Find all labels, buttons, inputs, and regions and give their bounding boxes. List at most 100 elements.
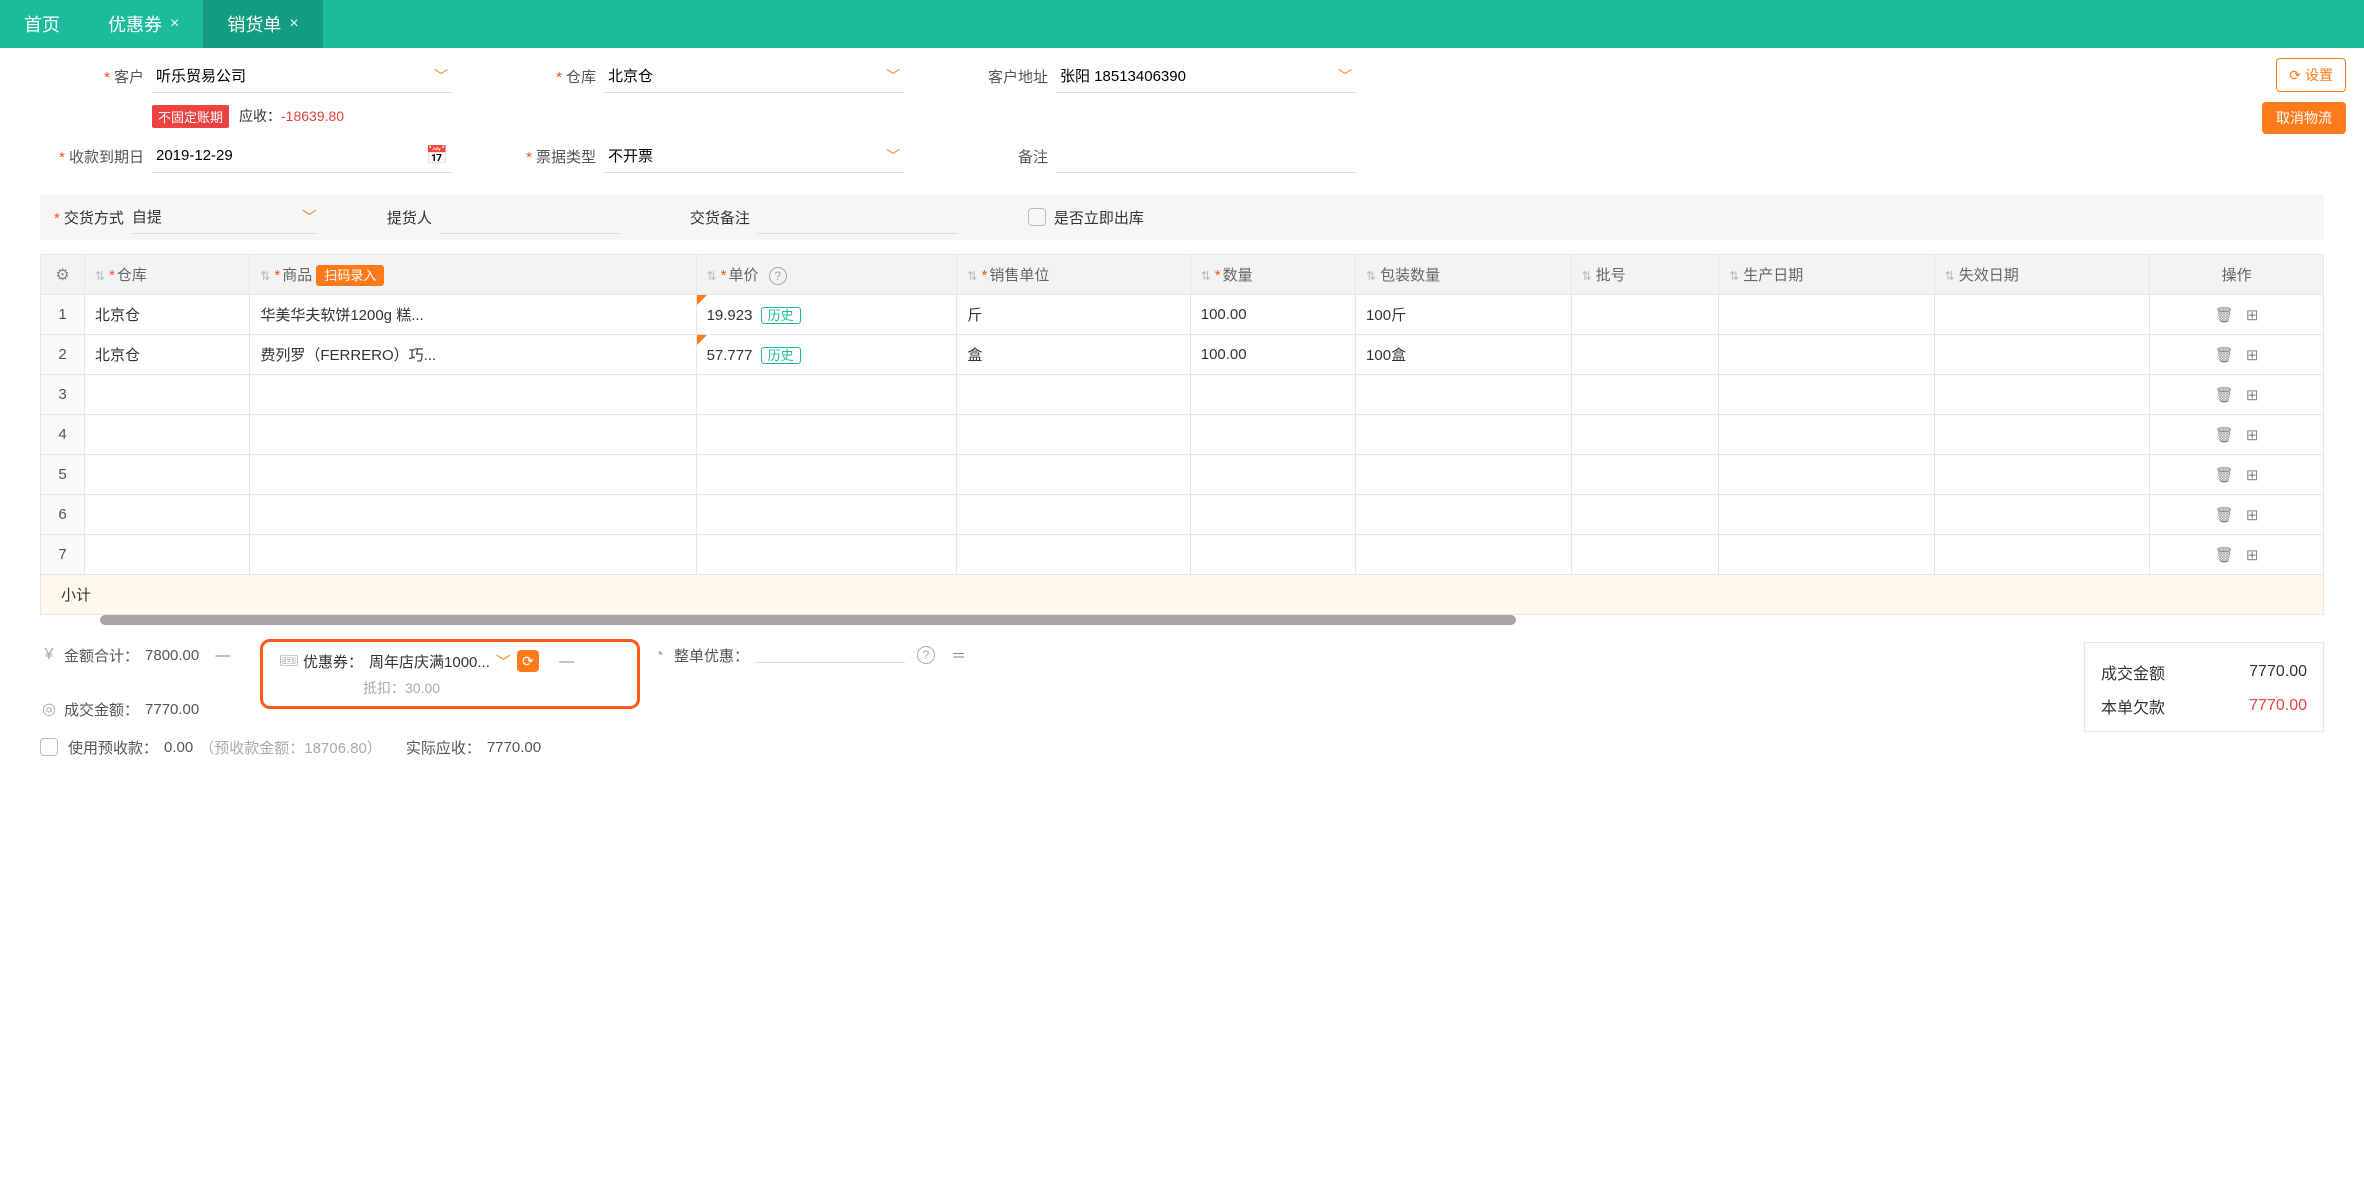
cell-prod-date[interactable] (1719, 375, 1935, 415)
setup-button[interactable]: ⟳ 设置 (2276, 58, 2346, 92)
cell-price[interactable] (696, 455, 957, 495)
cust-addr-select[interactable]: ﹀ (1056, 59, 1356, 93)
trash-icon[interactable]: 🗑 (2215, 387, 2234, 404)
cell-qty[interactable] (1190, 375, 1355, 415)
cell-warehouse[interactable]: 北京仓 (85, 335, 250, 375)
help-icon[interactable]: ? (917, 646, 935, 664)
table-row[interactable]: 1北京仓华美华夫软饼1200g 糕...19.923 历史斤100.00100斤… (41, 295, 2324, 335)
cell-warehouse[interactable] (85, 535, 250, 575)
cell-price[interactable]: 19.923 历史 (696, 295, 957, 335)
cell-unit[interactable] (957, 375, 1190, 415)
trash-icon[interactable]: 🗑 (2215, 307, 2234, 324)
cell-pack[interactable]: 100斤 (1356, 295, 1572, 335)
cell-unit[interactable] (957, 535, 1190, 575)
cell-qty[interactable] (1190, 455, 1355, 495)
add-icon[interactable]: ⊞ (2246, 347, 2259, 364)
cell-batch[interactable] (1571, 415, 1719, 455)
tab-sales[interactable]: 销货单× (203, 0, 322, 48)
table-row[interactable]: 2北京仓费列罗（FERRERO）巧...57.777 历史盒100.00100盒… (41, 335, 2324, 375)
trash-icon[interactable]: 🗑 (2215, 347, 2234, 364)
trash-icon[interactable]: 🗑 (2215, 427, 2234, 444)
cell-pack[interactable] (1356, 415, 1572, 455)
col-prod-date[interactable]: 生产日期 (1719, 255, 1935, 295)
history-tag[interactable]: 历史 (761, 347, 801, 364)
trash-icon[interactable]: 🗑 (2215, 467, 2234, 484)
cell-product[interactable]: 华美华夫软饼1200g 糕... (250, 295, 696, 335)
cell-unit[interactable]: 斤 (957, 295, 1190, 335)
table-row[interactable]: 7🗑⊞ (41, 535, 2324, 575)
close-icon[interactable]: × (170, 15, 179, 33)
cell-price[interactable] (696, 415, 957, 455)
cell-batch[interactable] (1571, 455, 1719, 495)
scan-button[interactable]: 扫码录入 (316, 265, 384, 286)
table-row[interactable]: 5🗑⊞ (41, 455, 2324, 495)
cell-price[interactable]: 57.777 历史 (696, 335, 957, 375)
calendar-icon[interactable]: 📅 (426, 145, 448, 166)
help-icon[interactable]: ? (769, 267, 787, 285)
cell-warehouse[interactable] (85, 455, 250, 495)
add-icon[interactable]: ⊞ (2246, 307, 2259, 324)
add-icon[interactable]: ⊞ (2246, 547, 2259, 564)
cell-exp-date[interactable] (1934, 375, 2150, 415)
cell-product[interactable] (250, 455, 696, 495)
cell-batch[interactable] (1571, 295, 1719, 335)
horizontal-scrollbar[interactable] (40, 615, 2324, 625)
cell-pack[interactable] (1356, 535, 1572, 575)
cell-pack[interactable] (1356, 455, 1572, 495)
table-row[interactable]: 6🗑⊞ (41, 495, 2324, 535)
chevron-down-icon[interactable]: ﹀ (496, 651, 511, 672)
cell-exp-date[interactable] (1934, 415, 2150, 455)
cell-exp-date[interactable] (1934, 535, 2150, 575)
col-product[interactable]: *商品 扫码录入 (250, 255, 696, 295)
col-settings[interactable]: ⚙ (41, 255, 85, 295)
cell-prod-date[interactable] (1719, 535, 1935, 575)
cell-batch[interactable] (1571, 375, 1719, 415)
immediate-checkbox[interactable] (1028, 208, 1046, 226)
cell-prod-date[interactable] (1719, 415, 1935, 455)
pickup-person-input[interactable] (440, 200, 620, 234)
refresh-icon[interactable]: ⟳ (517, 650, 539, 672)
cell-unit[interactable] (957, 455, 1190, 495)
use-prepay-checkbox[interactable] (40, 738, 58, 756)
pickup-mode-select[interactable]: 自提﹀ (132, 200, 317, 234)
table-row[interactable]: 4🗑⊞ (41, 415, 2324, 455)
cell-exp-date[interactable] (1934, 495, 2150, 535)
tab-home[interactable]: 首页 (0, 0, 84, 48)
cell-product[interactable] (250, 375, 696, 415)
cell-unit[interactable] (957, 415, 1190, 455)
tab-coupon[interactable]: 优惠券× (84, 0, 203, 48)
cell-pack[interactable]: 100盒 (1356, 335, 1572, 375)
cell-exp-date[interactable] (1934, 335, 2150, 375)
cell-pack[interactable] (1356, 495, 1572, 535)
cell-price[interactable] (696, 535, 957, 575)
cell-unit[interactable] (957, 495, 1190, 535)
col-warehouse[interactable]: *仓库 (85, 255, 250, 295)
paydate-input[interactable]: 📅 (152, 139, 452, 173)
cell-prod-date[interactable] (1719, 295, 1935, 335)
cell-exp-date[interactable] (1934, 455, 2150, 495)
remark-input[interactable] (1056, 139, 1356, 173)
cell-price[interactable] (696, 495, 957, 535)
bill-select[interactable]: ﹀ (604, 139, 904, 173)
cell-product[interactable] (250, 495, 696, 535)
cell-product[interactable] (250, 535, 696, 575)
col-qty[interactable]: *数量 (1190, 255, 1355, 295)
col-batch[interactable]: 批号 (1571, 255, 1719, 295)
col-unit[interactable]: *销售单位 (957, 255, 1190, 295)
cell-warehouse[interactable] (85, 495, 250, 535)
pickup-remark-input[interactable] (758, 200, 958, 234)
cell-warehouse[interactable] (85, 415, 250, 455)
col-exp-date[interactable]: 失效日期 (1934, 255, 2150, 295)
cell-warehouse[interactable]: 北京仓 (85, 295, 250, 335)
cell-batch[interactable] (1571, 335, 1719, 375)
cell-exp-date[interactable] (1934, 295, 2150, 335)
cell-batch[interactable] (1571, 495, 1719, 535)
warehouse-select[interactable]: ﹀ (604, 59, 904, 93)
cell-qty[interactable]: 100.00 (1190, 335, 1355, 375)
cell-product[interactable]: 费列罗（FERRERO）巧... (250, 335, 696, 375)
cell-qty[interactable] (1190, 535, 1355, 575)
trash-icon[interactable]: 🗑 (2215, 507, 2234, 524)
table-row[interactable]: 3🗑⊞ (41, 375, 2324, 415)
cell-price[interactable] (696, 375, 957, 415)
add-icon[interactable]: ⊞ (2246, 467, 2259, 484)
